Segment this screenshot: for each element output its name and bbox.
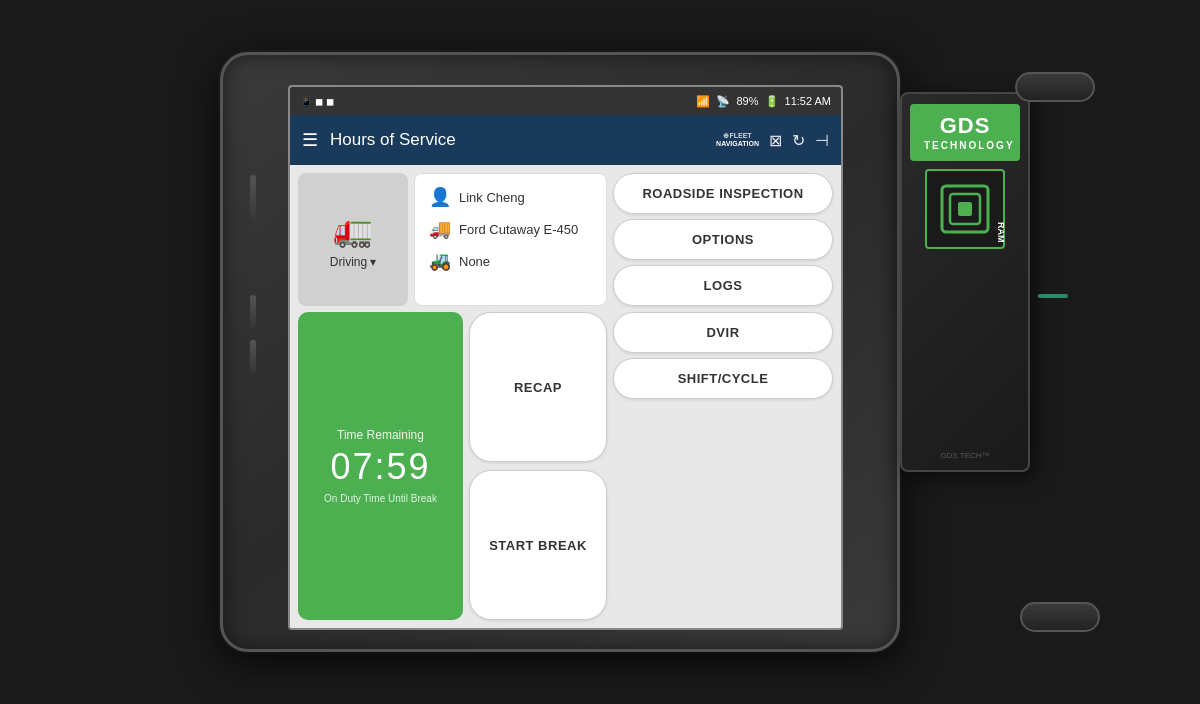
battery-percent: 89% [736, 95, 758, 107]
vehicle-row: 🚚 Ford Cutaway E-450 [429, 218, 592, 240]
vehicle-status-panel: 🚛 Driving ▾ [298, 173, 408, 306]
trailer-row: 🚜 None [429, 250, 592, 272]
refresh-icon[interactable]: ↻ [792, 131, 805, 150]
logout-icon[interactable]: ⊣ [815, 131, 829, 150]
time-remaining-card: Time Remaining 07:59 On Duty Time Until … [298, 312, 463, 620]
driving-label-text: Driving [330, 255, 367, 269]
device-wrapper: 📱 ◼ ◼ 📶 📡 89% 🔋 11:52 AM ☰ Hours of Serv… [190, 42, 1010, 662]
trailer-name: None [459, 254, 490, 269]
gds-brand-sub: TECHNOLOGY [924, 140, 1006, 151]
time-remaining-sublabel: On Duty Time Until Break [324, 492, 437, 505]
svg-rect-2 [958, 202, 972, 216]
gds-logo [925, 169, 1005, 249]
gds-device: GDS TECHNOLOGY GDS TECH™ [900, 92, 1030, 472]
volume-down-button[interactable] [250, 340, 256, 375]
volume-up-button[interactable] [250, 295, 256, 330]
time-remaining-label: Time Remaining [337, 428, 424, 442]
right-action-panel-bottom: DVIR SHIFT/CYCLE [613, 312, 833, 620]
status-bar: 📱 ◼ ◼ 📶 📡 89% 🔋 11:52 AM [290, 87, 841, 115]
power-button[interactable] [250, 175, 256, 225]
vehicle-name: Ford Cutaway E-450 [459, 222, 578, 237]
gds-bottom-text: GDS TECH™ [940, 451, 989, 460]
gds-brand-top: GDS [924, 114, 1006, 138]
header-icons: ⊕FLEET NAVIGATION ⊠ ↻ ⊣ [716, 131, 829, 150]
app-content: 🚛 Driving ▾ 👤 Link Cheng 🚚 [290, 165, 841, 628]
monitor-icon[interactable]: ⊠ [769, 131, 782, 150]
menu-icon[interactable]: ☰ [302, 129, 318, 151]
connector-cable [1038, 294, 1068, 298]
tablet-screen: 📱 ◼ ◼ 📶 📡 89% 🔋 11:52 AM ☰ Hours of Serv… [288, 85, 843, 630]
start-break-button[interactable]: START BREAK [469, 470, 607, 620]
battery-icon: 🔋 [765, 95, 779, 108]
status-bar-right: 📶 📡 89% 🔋 11:52 AM [696, 95, 831, 108]
options-button[interactable]: OPTIONS [613, 219, 833, 260]
trailer-icon: 🚜 [429, 250, 451, 272]
truck-small-icon: 🚚 [429, 218, 451, 240]
driving-status: Driving ▾ [330, 255, 376, 269]
left-action-buttons: RECAP START BREAK [469, 312, 607, 620]
roadside-inspection-button[interactable]: ROADSIDE INSPECTION [613, 173, 833, 214]
wifi-icon: 📶 [696, 95, 710, 108]
person-icon: 👤 [429, 186, 451, 208]
driver-name: Link Cheng [459, 190, 525, 205]
signal-icon: 📡 [716, 95, 730, 108]
dvir-button[interactable]: DVIR [613, 312, 833, 353]
bottom-section: Time Remaining 07:59 On Duty Time Until … [298, 312, 833, 620]
dropdown-arrow[interactable]: ▾ [370, 255, 376, 269]
status-bar-left: 📱 ◼ ◼ [300, 96, 334, 107]
ram-arm-lower [1020, 602, 1100, 632]
truck-icon: 🚛 [333, 211, 373, 249]
app-header: ☰ Hours of Service ⊕FLEET NAVIGATION ⊠ ↻… [290, 115, 841, 165]
time-remaining-value: 07:59 [330, 446, 430, 488]
gds-logo-svg [940, 184, 990, 234]
notification-icons: 📱 ◼ ◼ [300, 96, 334, 107]
app-title: Hours of Service [330, 130, 704, 150]
recap-button[interactable]: RECAP [469, 312, 607, 462]
fleet-nav-button[interactable]: ⊕FLEET NAVIGATION [716, 132, 759, 147]
ram-label: RAM [996, 222, 1006, 243]
top-section: 🚛 Driving ▾ 👤 Link Cheng 🚚 [298, 173, 833, 306]
ram-arm-upper [1015, 72, 1095, 102]
clock: 11:52 AM [785, 95, 831, 107]
gds-brand-label: GDS TECHNOLOGY [910, 104, 1020, 161]
right-action-panel: ROADSIDE INSPECTION OPTIONS LOGS [613, 173, 833, 306]
driver-info-panel: 👤 Link Cheng 🚚 Ford Cutaway E-450 🚜 None [414, 173, 607, 306]
fleet-label-bottom: NAVIGATION [716, 140, 759, 148]
fleet-label-top: ⊕FLEET [723, 132, 751, 140]
shift-cycle-button[interactable]: SHIFT/CYCLE [613, 358, 833, 399]
tablet-shell: 📱 ◼ ◼ 📶 📡 89% 🔋 11:52 AM ☰ Hours of Serv… [220, 52, 900, 652]
driver-name-row: 👤 Link Cheng [429, 186, 592, 208]
logs-button[interactable]: LOGS [613, 265, 833, 306]
